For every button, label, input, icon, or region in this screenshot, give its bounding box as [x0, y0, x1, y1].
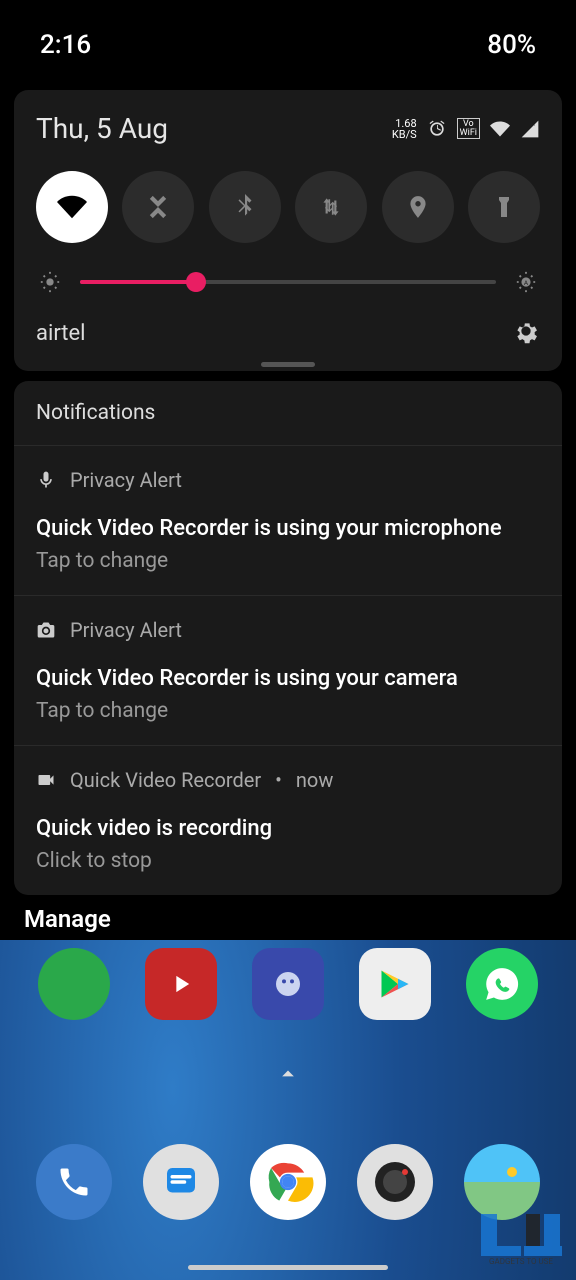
brightness-low-icon	[36, 271, 64, 293]
notification-title: Quick Video Recorder is using your micro…	[36, 516, 540, 541]
svg-text:GADGETS TO USE: GADGETS TO USE	[489, 1257, 553, 1266]
mic-icon	[36, 470, 56, 490]
rotate-icon	[144, 193, 172, 221]
manage-button[interactable]: Manage	[24, 905, 552, 933]
brightness-thumb[interactable]	[186, 272, 206, 292]
app-drawer-handle[interactable]	[274, 1060, 302, 1092]
alarm-icon	[427, 119, 447, 139]
data-icon	[318, 194, 344, 220]
vowifi-icon: VoWiFi	[457, 118, 480, 138]
mobile-data-toggle[interactable]	[295, 171, 367, 243]
notification-title: Quick video is recording	[36, 816, 540, 841]
spotify-app-icon[interactable]	[38, 948, 110, 1020]
cell-signal-icon: x	[520, 119, 540, 139]
notification-item[interactable]: Quick Video Recorder • now Quick video i…	[14, 746, 562, 895]
brightness-auto-icon[interactable]: A	[512, 271, 540, 293]
notification-subtitle: Tap to change	[36, 549, 540, 573]
notification-item[interactable]: Privacy Alert Quick Video Recorder is us…	[14, 446, 562, 596]
notification-title: Quick Video Recorder is using your camer…	[36, 666, 540, 691]
notifications-header: Notifications	[14, 381, 562, 446]
bluetooth-icon	[232, 194, 258, 220]
home-app-row	[0, 948, 576, 1020]
camera-app-icon[interactable]	[357, 1144, 433, 1220]
notification-subtitle: Tap to change	[36, 699, 540, 723]
notifications-panel: Notifications Privacy Alert Quick Video …	[14, 381, 562, 895]
location-icon	[405, 194, 431, 220]
camera-icon	[36, 620, 56, 640]
brightness-slider[interactable]	[80, 280, 496, 284]
chrome-app-icon[interactable]	[250, 1144, 326, 1220]
notification-time: now	[296, 768, 333, 792]
notification-subtitle: Click to stop	[36, 849, 540, 873]
status-icons: 1.68 KB/S VoWiFi x	[392, 118, 540, 140]
settings-button[interactable]	[512, 317, 540, 349]
data-speed: 1.68 KB/S	[392, 118, 417, 140]
date-label[interactable]: Thu, 5 Aug	[36, 112, 168, 145]
gear-icon	[512, 317, 540, 345]
wifi-icon	[57, 192, 87, 222]
location-toggle[interactable]	[382, 171, 454, 243]
notification-source: Privacy Alert	[70, 618, 182, 642]
wifi-signal-icon	[490, 119, 510, 139]
youtube-app-icon[interactable]	[145, 948, 217, 1020]
gesture-nav-bar[interactable]	[188, 1265, 388, 1270]
flashlight-toggle[interactable]	[468, 171, 540, 243]
play-store-app-icon[interactable]	[359, 948, 431, 1020]
bluetooth-toggle[interactable]	[209, 171, 281, 243]
auto-rotate-toggle[interactable]	[122, 171, 194, 243]
status-battery: 80%	[487, 30, 536, 60]
notification-item[interactable]: Privacy Alert Quick Video Recorder is us…	[14, 596, 562, 746]
phone-app-icon[interactable]	[36, 1144, 112, 1220]
videocam-icon	[36, 770, 56, 790]
whatsapp-app-icon[interactable]	[466, 948, 538, 1020]
notification-source: Quick Video Recorder	[70, 768, 261, 792]
flashlight-icon	[492, 195, 516, 219]
chevron-up-icon	[274, 1060, 302, 1088]
status-bar: 2:16 80%	[0, 0, 576, 80]
quick-settings-panel: Thu, 5 Aug 1.68 KB/S VoWiFi x	[14, 90, 562, 371]
watermark: GADGETS TO USE	[476, 1206, 566, 1270]
notification-source: Privacy Alert	[70, 468, 182, 492]
brightness-slider-row: A	[36, 271, 540, 293]
wifi-toggle[interactable]	[36, 171, 108, 243]
status-time: 2:16	[40, 30, 91, 60]
messages-app-icon[interactable]	[143, 1144, 219, 1220]
carrier-label: airtel	[36, 321, 86, 346]
qs-toggles-row	[36, 171, 540, 243]
face-app-icon[interactable]	[252, 948, 324, 1020]
panel-drag-handle[interactable]	[261, 362, 315, 367]
